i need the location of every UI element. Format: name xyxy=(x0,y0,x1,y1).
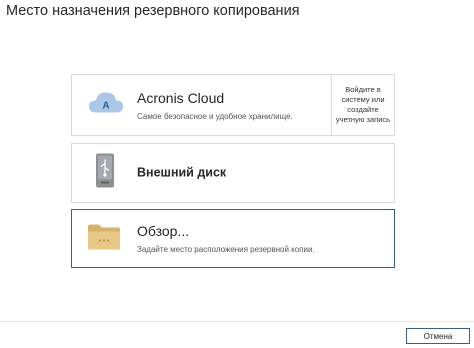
backup-destination-dialog: Место назначения резервного копирования … xyxy=(0,0,474,348)
svg-text:A: A xyxy=(102,101,109,112)
folder-icon xyxy=(87,222,121,255)
footer-divider xyxy=(0,321,474,322)
cancel-button[interactable]: Отмена xyxy=(406,328,470,344)
usb-drive-icon xyxy=(94,153,116,194)
disk-text: Внешний диск xyxy=(137,165,226,182)
sign-in-link[interactable]: Войдите в систему или создайте учетную з… xyxy=(331,75,394,135)
browse-text: Обзор... Задайте место расположения резе… xyxy=(137,223,315,255)
cloud-text: Acronis Cloud Самое безопасное и удобное… xyxy=(137,90,293,122)
option-external-disk[interactable]: Внешний диск xyxy=(71,143,395,203)
cloud-description: Самое безопасное и удобное хранилище. xyxy=(137,112,293,121)
dialog-title: Место назначения резервного копирования xyxy=(6,3,300,19)
cloud-title: Acronis Cloud xyxy=(137,90,225,106)
disk-title: Внешний диск xyxy=(137,165,227,180)
browse-description: Задайте место расположения резервной коп… xyxy=(137,244,315,254)
cloud-icon: A xyxy=(87,88,125,123)
option-browse[interactable]: Обзор... Задайте место расположения резе… xyxy=(71,209,395,268)
browse-title: Обзор... xyxy=(137,222,190,239)
option-acronis-cloud[interactable]: A Acronis Cloud Самое безопасное и удобн… xyxy=(71,74,395,136)
